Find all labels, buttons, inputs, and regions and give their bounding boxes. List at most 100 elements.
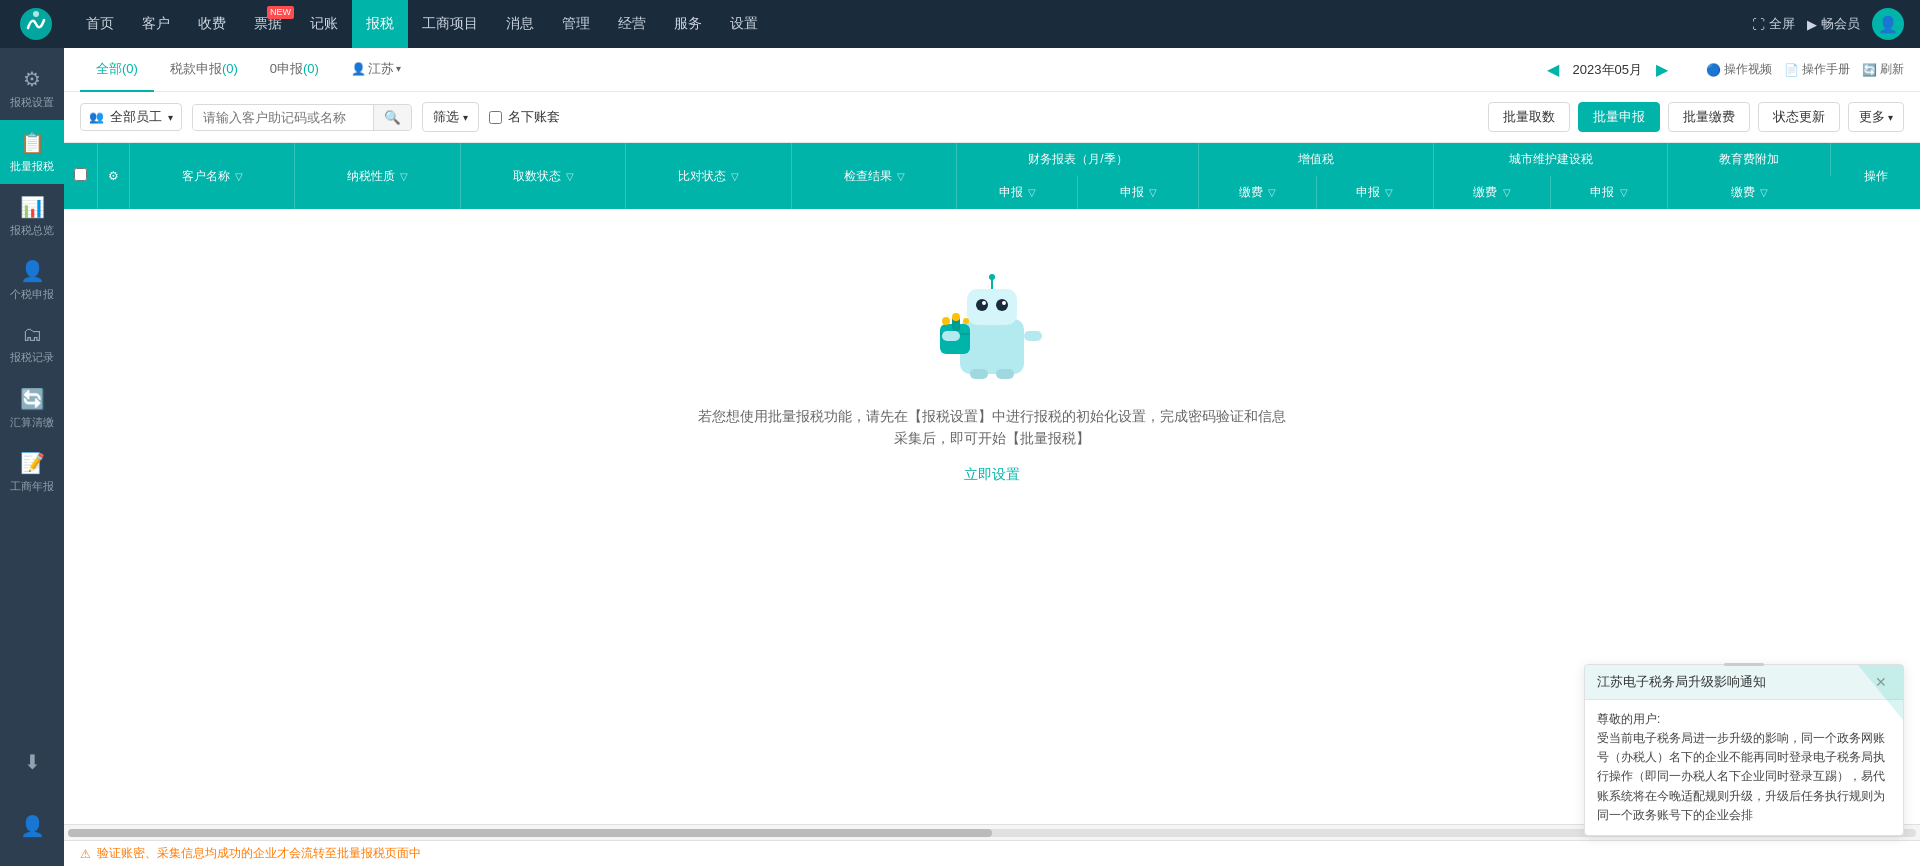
top-nav: 首页客户收费票据NEW记账报税工商项目消息管理经营服务设置 ⛶ 全屏 ▶ 畅会员… bbox=[0, 0, 1920, 48]
batch-pay-btn[interactable]: 批量缴费 bbox=[1668, 102, 1750, 132]
th-vat-pay-filter[interactable]: ▽ bbox=[1268, 187, 1276, 198]
tab-region[interactable]: 👤 江苏 ▾ bbox=[335, 48, 417, 92]
search-button[interactable]: 🔍 bbox=[373, 105, 411, 130]
th-fetch-status: 取数状态 ▽ bbox=[460, 143, 625, 209]
th-edu-pay-filter[interactable]: ▽ bbox=[1760, 187, 1768, 198]
filter-button[interactable]: 筛选 ▾ bbox=[422, 102, 479, 132]
action-refresh-label: 刷新 bbox=[1880, 61, 1904, 78]
nav-item-5[interactable]: 报税 bbox=[352, 0, 408, 48]
th-client-filter-icon[interactable]: ▽ bbox=[235, 171, 243, 182]
month-next-btn[interactable]: ▶ bbox=[1650, 58, 1674, 81]
filter-label: 筛选 bbox=[433, 108, 459, 126]
nav-item-8[interactable]: 管理 bbox=[548, 0, 604, 48]
nav-item-10[interactable]: 服务 bbox=[660, 0, 716, 48]
avatar[interactable]: 👤 bbox=[1872, 8, 1904, 40]
annual-icon: 📝 bbox=[20, 451, 45, 475]
th-check-result: 检查结果 ▽ bbox=[791, 143, 956, 209]
column-settings-icon[interactable]: ⚙ bbox=[108, 169, 119, 183]
status-update-btn[interactable]: 状态更新 bbox=[1758, 102, 1840, 132]
notification-text: 尊敬的用户: 受当前电子税务局进一步升级的影响，同一个政务网账号（办税人）名下的… bbox=[1597, 710, 1891, 825]
more-label: 更多 bbox=[1859, 108, 1885, 126]
account-checkbox-label[interactable]: 名下账套 bbox=[489, 108, 560, 126]
setup-link[interactable]: 立即设置 bbox=[964, 466, 1020, 484]
month-prev-btn[interactable]: ◀ bbox=[1541, 58, 1565, 81]
tab-bar-actions: 🔵 操作视频 📄 操作手册 🔄 刷新 bbox=[1706, 61, 1904, 78]
notification-title: 江苏电子税务局升级影响通知 bbox=[1597, 673, 1766, 691]
action-manual[interactable]: 📄 操作手册 bbox=[1784, 61, 1850, 78]
notification-panel: 江苏电子税务局升级影响通知 ✕ 尊敬的用户: 受当前电子税务局进一步升级的影响，… bbox=[1584, 664, 1904, 836]
sidebar-item-annual-report[interactable]: 📝 工商年报 bbox=[0, 440, 64, 504]
bottom-tip-text: 验证账密、采集信息均成功的企业才会流转至批量报税页面中 bbox=[97, 845, 421, 862]
svg-point-14 bbox=[952, 313, 960, 321]
th-check-filter-icon[interactable]: ▽ bbox=[897, 171, 905, 182]
svg-rect-19 bbox=[996, 369, 1014, 379]
fullscreen-label: 全屏 bbox=[1769, 15, 1795, 33]
sidebar-item-label: 报税记录 bbox=[10, 350, 54, 365]
search-input[interactable] bbox=[193, 105, 373, 130]
sidebar-item-batch-tax[interactable]: 📋 批量报税 bbox=[0, 120, 64, 184]
clear-icon: 🔄 bbox=[20, 387, 45, 411]
robot-illustration bbox=[932, 269, 1052, 389]
panel-resize-handle[interactable] bbox=[1585, 661, 1903, 669]
th-fin-declare-filter[interactable]: ▽ bbox=[1028, 187, 1036, 198]
th-edu-declare: 申报 ▽ bbox=[1551, 176, 1668, 209]
nav-item-11[interactable]: 设置 bbox=[716, 0, 772, 48]
warning-icon: ⚠ bbox=[80, 847, 91, 861]
th-city-pay-filter[interactable]: ▽ bbox=[1503, 187, 1511, 198]
overview-icon: 📊 bbox=[20, 195, 45, 219]
nav-item-2[interactable]: 收费 bbox=[184, 0, 240, 48]
account-checkbox[interactable] bbox=[489, 111, 502, 124]
nav-item-6[interactable]: 工商项目 bbox=[408, 0, 492, 48]
th-vat-declare-filter[interactable]: ▽ bbox=[1149, 187, 1157, 198]
sidebar-item-overview[interactable]: 📊 报税总览 bbox=[0, 184, 64, 248]
sidebar-item-label: 报税设置 bbox=[10, 95, 54, 110]
batch-declare-btn[interactable]: 批量申报 bbox=[1578, 102, 1660, 132]
empty-tip-text: 若您想使用批量报税功能，请先在【报税设置】中进行报税的初始化设置，完成密码验证和… bbox=[692, 405, 1292, 450]
sidebar-item-label: 汇算清缴 bbox=[10, 415, 54, 430]
nav-item-3[interactable]: 票据NEW bbox=[240, 0, 296, 48]
sidebar-item-tax-record[interactable]: 🗂 报税记录 bbox=[0, 312, 64, 376]
member-btn[interactable]: ▶ 畅会员 bbox=[1807, 15, 1860, 33]
more-btn[interactable]: 更多 ▾ bbox=[1848, 102, 1904, 132]
refresh-icon: 🔄 bbox=[1862, 63, 1877, 77]
th-education-tax: 教育费附加 bbox=[1668, 143, 1831, 176]
nav-item-7[interactable]: 消息 bbox=[492, 0, 548, 48]
th-fetch-filter-icon[interactable]: ▽ bbox=[566, 171, 574, 182]
sidebar-item-personal-tax[interactable]: 👤 个税申报 bbox=[0, 248, 64, 312]
action-video[interactable]: 🔵 操作视频 bbox=[1706, 61, 1772, 78]
month-display: 2023年05月 bbox=[1573, 61, 1642, 79]
tab-zero-declaration[interactable]: 0申报(0) bbox=[254, 48, 335, 92]
tab-all-label: 全部 bbox=[96, 60, 122, 78]
nav-item-0[interactable]: 首页 bbox=[72, 0, 128, 48]
batch-icon: 📋 bbox=[20, 131, 45, 155]
person-icon: 👤 bbox=[20, 259, 45, 283]
user-icon: 👤 bbox=[20, 814, 45, 838]
action-refresh[interactable]: 🔄 刷新 bbox=[1862, 61, 1904, 78]
tab-bar: 全部(0) 税款申报(0) 0申报(0) 👤 江苏 ▾ ◀ 2023年05月 ▶… bbox=[64, 48, 1920, 92]
sidebar-download-btn[interactable]: ⬇ bbox=[0, 730, 64, 794]
chevron-down-icon: ▾ bbox=[396, 63, 401, 74]
th-nature-filter-icon[interactable]: ▽ bbox=[400, 171, 408, 182]
svg-rect-16 bbox=[942, 331, 960, 341]
logo[interactable] bbox=[16, 4, 56, 44]
th-vat-declare: 申报 ▽ bbox=[1078, 176, 1199, 209]
th-city-declare: 申报 ▽ bbox=[1316, 176, 1433, 209]
notification-close-btn[interactable]: ✕ bbox=[1871, 674, 1891, 690]
th-city-declare-filter[interactable]: ▽ bbox=[1385, 187, 1393, 198]
nav-item-1[interactable]: 客户 bbox=[128, 0, 184, 48]
fullscreen-btn[interactable]: ⛶ 全屏 bbox=[1752, 15, 1795, 33]
tab-all-count: (0) bbox=[122, 61, 138, 76]
sidebar-item-baoshui-settings[interactable]: ⚙ 报税设置 bbox=[0, 56, 64, 120]
tab-all[interactable]: 全部(0) bbox=[80, 48, 154, 92]
th-compare-filter-icon[interactable]: ▽ bbox=[731, 171, 739, 182]
th-edu-declare-filter[interactable]: ▽ bbox=[1620, 187, 1628, 198]
sidebar-user-btn[interactable]: 👤 bbox=[0, 794, 64, 858]
sidebar-item-annual-clear[interactable]: 🔄 汇算清缴 bbox=[0, 376, 64, 440]
svg-point-6 bbox=[982, 301, 986, 305]
batch-fetch-btn[interactable]: 批量取数 bbox=[1488, 102, 1570, 132]
employee-select[interactable]: 👥 全部员工 ▾ bbox=[80, 103, 182, 131]
select-all-checkbox[interactable] bbox=[74, 168, 87, 181]
nav-item-9[interactable]: 经营 bbox=[604, 0, 660, 48]
nav-item-4[interactable]: 记账 bbox=[296, 0, 352, 48]
tab-tax-declaration[interactable]: 税款申报(0) bbox=[154, 48, 254, 92]
